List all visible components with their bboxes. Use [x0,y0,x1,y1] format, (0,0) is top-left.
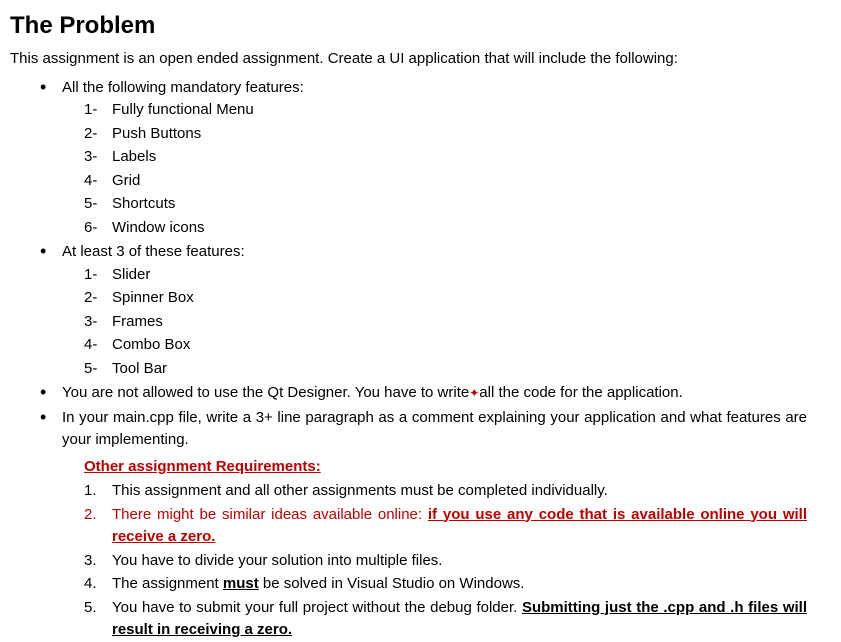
list-item: 2.There might be similar ideas available… [84,504,807,549]
list-item: 3-Frames [84,311,831,334]
item-text: Labels [112,148,156,165]
list-item: 3-Labels [84,146,831,169]
list-item: 5.You have to submit your full project w… [84,597,807,642]
other-requirements-header: Other assignment Requirements: [62,456,807,479]
list-item: 3.You have to divide your solution into … [84,550,807,573]
req-prefix: You have to submit your full project wit… [112,599,522,616]
req-text: You have to divide your solution into mu… [112,552,442,569]
page-title: The Problem [10,8,831,44]
bullet-label: At least 3 of these features: [62,243,245,260]
list-item: 4.The assignment must be solved in Visua… [84,573,807,596]
list-item: 6-Window icons [84,217,831,240]
mandatory-list: 1-Fully functional Menu 2-Push Buttons 3… [62,99,831,239]
item-text: Spinner Box [112,289,194,306]
list-item: 4-Grid [84,170,831,193]
item-text: Grid [112,172,140,189]
list-item: 1.This assignment and all other assignme… [84,480,807,503]
intro-text: This assignment is an open ended assignm… [10,48,831,71]
bullet-mandatory: All the following mandatory features: 1-… [40,77,831,240]
item-text: Fully functional Menu [112,101,254,118]
req-text: This assignment and all other assignment… [112,482,608,499]
req-prefix: There might be similar ideas available o… [112,506,428,523]
qt-text-prefix: You are not allowed to use the Qt Design… [62,384,469,401]
req-bold: must [223,575,259,592]
optional-list: 1-Slider 2-Spinner Box 3-Frames 4-Combo … [62,264,831,381]
item-text: Shortcuts [112,195,175,212]
list-item: 4-Combo Box [84,334,831,357]
item-text: Slider [112,266,150,283]
list-item: 1-Fully functional Menu [84,99,831,122]
item-text: Window icons [112,219,205,236]
req-suffix: be solved in Visual Studio on Windows. [259,575,525,592]
list-item: 2-Spinner Box [84,287,831,310]
qt-text-suffix: all the code for the application. [479,384,682,401]
main-bullet-list: All the following mandatory features: 1-… [10,77,831,642]
star-icon: ✦ [469,386,479,400]
maincpp-text: In your main.cpp file, write a 3+ line p… [62,409,807,449]
requirements-list: 1.This assignment and all other assignme… [62,480,807,642]
req-prefix: The assignment [112,575,223,592]
bullet-optional: At least 3 of these features: 1-Slider 2… [40,241,831,380]
item-text: Frames [112,313,163,330]
bullet-label: All the following mandatory features: [62,79,304,96]
list-item: 5-Shortcuts [84,193,831,216]
item-text: Push Buttons [112,125,201,142]
item-text: Combo Box [112,336,190,353]
item-text: Tool Bar [112,360,167,377]
list-item: 5-Tool Bar [84,358,831,381]
list-item: 1-Slider [84,264,831,287]
bullet-maincpp: In your main.cpp file, write a 3+ line p… [40,407,831,642]
bullet-qt-designer: You are not allowed to use the Qt Design… [40,382,831,405]
list-item: 2-Push Buttons [84,123,831,146]
